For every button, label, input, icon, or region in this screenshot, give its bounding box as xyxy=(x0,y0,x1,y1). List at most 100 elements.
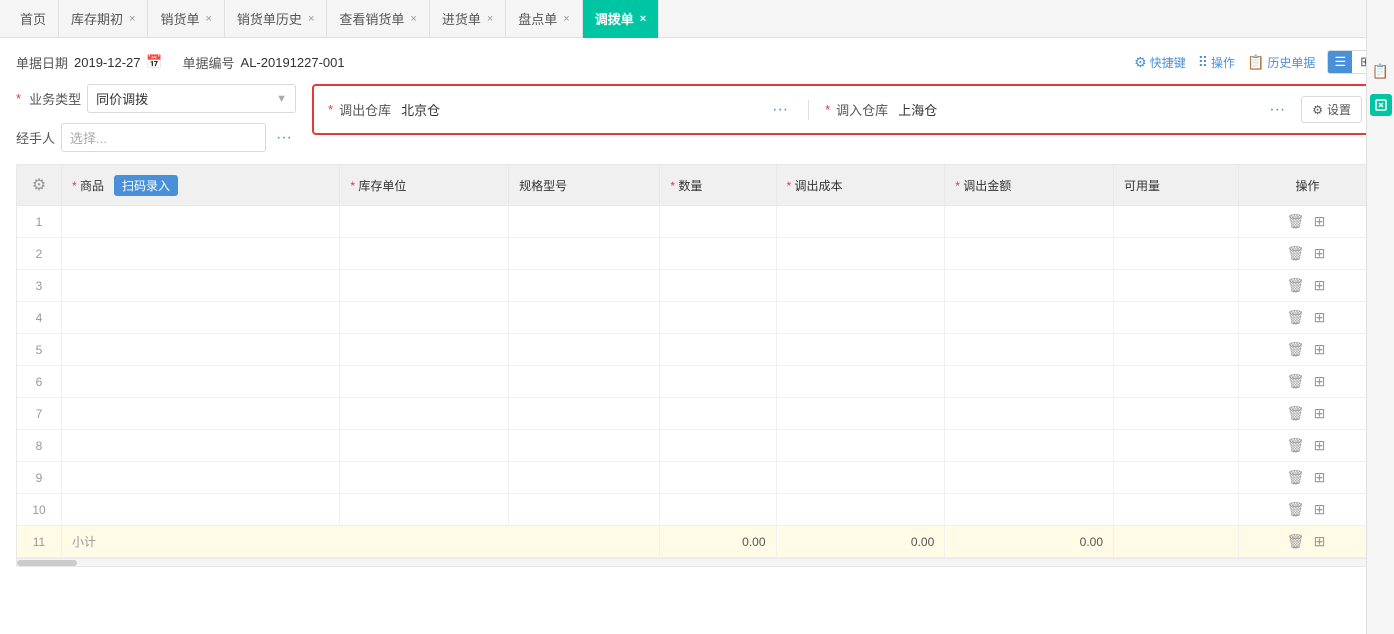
available-cell[interactable] xyxy=(1114,494,1239,526)
delete-icon[interactable]: 🗑 xyxy=(1286,309,1304,327)
copy-icon[interactable]: ⊞ xyxy=(1310,405,1328,423)
list-view-btn[interactable]: ☰ xyxy=(1328,51,1352,73)
spec-cell[interactable] xyxy=(509,270,660,302)
tab-view-sales[interactable]: 查看销货单 × xyxy=(327,0,429,38)
cost-cell[interactable] xyxy=(776,494,945,526)
available-cell[interactable] xyxy=(1114,302,1239,334)
copy-icon[interactable]: ⊞ xyxy=(1310,277,1328,295)
quantity-cell[interactable] xyxy=(660,302,776,334)
quantity-cell[interactable] xyxy=(660,366,776,398)
available-cell[interactable] xyxy=(1114,206,1239,238)
cost-cell[interactable] xyxy=(776,462,945,494)
close-tab-view-sales[interactable]: × xyxy=(410,13,416,25)
amount-cell[interactable] xyxy=(945,494,1114,526)
sidebar-link-icon[interactable] xyxy=(1370,94,1392,116)
copy-icon[interactable]: ⊞ xyxy=(1310,341,1328,359)
history-link[interactable]: 📋 历史单据 xyxy=(1247,54,1315,71)
delete-icon[interactable]: 🗑 xyxy=(1286,373,1304,391)
tab-home[interactable]: 首页 xyxy=(8,0,59,38)
delete-icon[interactable]: 🗑 xyxy=(1286,213,1304,231)
available-cell[interactable] xyxy=(1114,366,1239,398)
cost-cell[interactable] xyxy=(776,334,945,366)
spec-cell[interactable] xyxy=(509,302,660,334)
unit-cell[interactable] xyxy=(340,206,509,238)
product-cell[interactable] xyxy=(62,270,340,302)
product-cell[interactable] xyxy=(62,302,340,334)
unit-cell[interactable] xyxy=(340,334,509,366)
product-cell[interactable] xyxy=(62,366,340,398)
delete-icon[interactable]: 🗑 xyxy=(1286,277,1304,295)
product-cell[interactable] xyxy=(62,494,340,526)
amount-cell[interactable] xyxy=(945,462,1114,494)
quantity-cell[interactable] xyxy=(660,462,776,494)
copy-icon[interactable]: ⊞ xyxy=(1310,437,1328,455)
close-tab-transfer[interactable]: × xyxy=(640,13,646,25)
delete-icon[interactable]: 🗑 xyxy=(1286,341,1304,359)
close-tab-sales-history[interactable]: × xyxy=(308,13,314,25)
spec-cell[interactable] xyxy=(509,206,660,238)
cost-cell[interactable] xyxy=(776,238,945,270)
unit-cell[interactable] xyxy=(340,366,509,398)
amount-cell[interactable] xyxy=(945,270,1114,302)
spec-cell[interactable] xyxy=(509,238,660,270)
delete-icon[interactable]: 🗑 xyxy=(1286,437,1304,455)
quantity-cell[interactable] xyxy=(660,238,776,270)
tab-stocktake[interactable]: 盘点单 × xyxy=(506,0,582,38)
spec-cell[interactable] xyxy=(509,334,660,366)
close-tab-sales-order[interactable]: × xyxy=(205,13,211,25)
tab-transfer[interactable]: 调拨单 × xyxy=(583,0,659,38)
scrollbar-thumb[interactable] xyxy=(17,560,77,566)
tab-purchase[interactable]: 进货单 × xyxy=(430,0,506,38)
settings-button[interactable]: ⚙ 设置 xyxy=(1301,96,1362,123)
unit-cell[interactable] xyxy=(340,398,509,430)
cost-cell[interactable] xyxy=(776,270,945,302)
close-tab-purchase[interactable]: × xyxy=(487,13,493,25)
unit-cell[interactable] xyxy=(340,302,509,334)
unit-cell[interactable] xyxy=(340,494,509,526)
delete-icon[interactable]: 🗑 xyxy=(1286,501,1304,519)
amount-cell[interactable] xyxy=(945,334,1114,366)
tab-sales-history[interactable]: 销货单历史 × xyxy=(225,0,327,38)
available-cell[interactable] xyxy=(1114,270,1239,302)
in-warehouse-more-btn[interactable]: ··· xyxy=(1265,101,1289,119)
copy-icon[interactable]: ⊞ xyxy=(1310,469,1328,487)
unit-cell[interactable] xyxy=(340,462,509,494)
delete-icon[interactable]: 🗑 xyxy=(1286,469,1304,487)
calendar-icon[interactable]: 📅 xyxy=(147,54,163,70)
quantity-cell[interactable] xyxy=(660,206,776,238)
copy-icon[interactable]: ⊞ xyxy=(1310,501,1328,519)
available-cell[interactable] xyxy=(1114,334,1239,366)
copy-icon[interactable]: ⊞ xyxy=(1310,373,1328,391)
copy-icon[interactable]: ⊞ xyxy=(1310,533,1328,551)
delete-icon[interactable]: 🗑 xyxy=(1286,533,1304,551)
product-cell[interactable] xyxy=(62,462,340,494)
quantity-cell[interactable] xyxy=(660,398,776,430)
available-cell[interactable] xyxy=(1114,462,1239,494)
tab-inventory-init[interactable]: 库存期初 × xyxy=(59,0,148,38)
copy-icon[interactable]: ⊞ xyxy=(1310,309,1328,327)
product-cell[interactable] xyxy=(62,430,340,462)
amount-cell[interactable] xyxy=(945,430,1114,462)
product-cell[interactable] xyxy=(62,238,340,270)
close-tab-stocktake[interactable]: × xyxy=(563,13,569,25)
spec-cell[interactable] xyxy=(509,366,660,398)
cost-cell[interactable] xyxy=(776,366,945,398)
product-cell[interactable] xyxy=(62,398,340,430)
unit-cell[interactable] xyxy=(340,270,509,302)
close-tab-inventory-init[interactable]: × xyxy=(129,13,135,25)
tab-sales-order[interactable]: 销货单 × xyxy=(148,0,224,38)
available-cell[interactable] xyxy=(1114,238,1239,270)
spec-cell[interactable] xyxy=(509,462,660,494)
available-cell[interactable] xyxy=(1114,398,1239,430)
sidebar-doc-icon[interactable]: 📋 xyxy=(1370,60,1392,82)
cost-cell[interactable] xyxy=(776,398,945,430)
handler-select[interactable]: 选择... xyxy=(61,123,266,152)
delete-icon[interactable]: 🗑 xyxy=(1286,245,1304,263)
quantity-cell[interactable] xyxy=(660,430,776,462)
scan-entry-button[interactable]: 扫码录入 xyxy=(114,175,178,196)
spec-cell[interactable] xyxy=(509,494,660,526)
unit-cell[interactable] xyxy=(340,238,509,270)
biz-type-select[interactable]: 同价调拨 ▼ xyxy=(87,84,296,113)
out-warehouse-more-btn[interactable]: ··· xyxy=(768,101,792,119)
amount-cell[interactable] xyxy=(945,238,1114,270)
